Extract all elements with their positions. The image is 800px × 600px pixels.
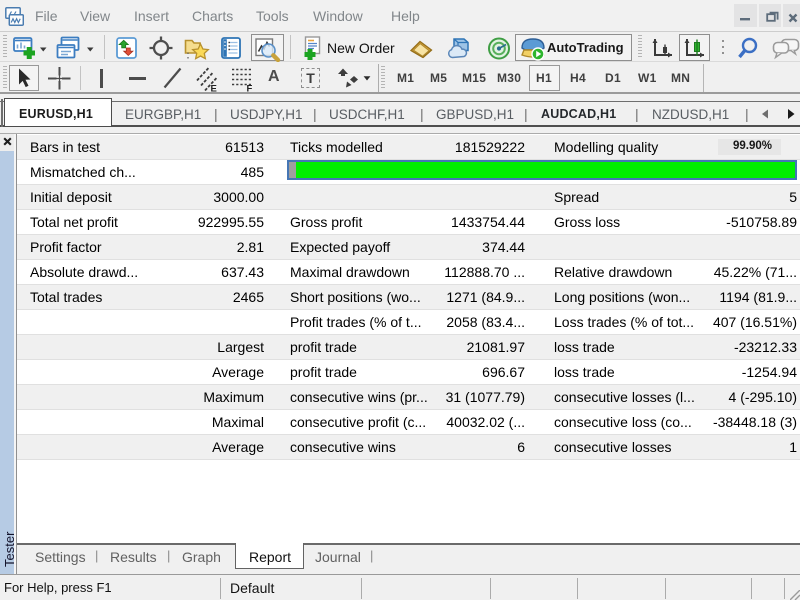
svg-text:E: E xyxy=(211,84,217,93)
svg-text:F: F xyxy=(247,84,253,93)
